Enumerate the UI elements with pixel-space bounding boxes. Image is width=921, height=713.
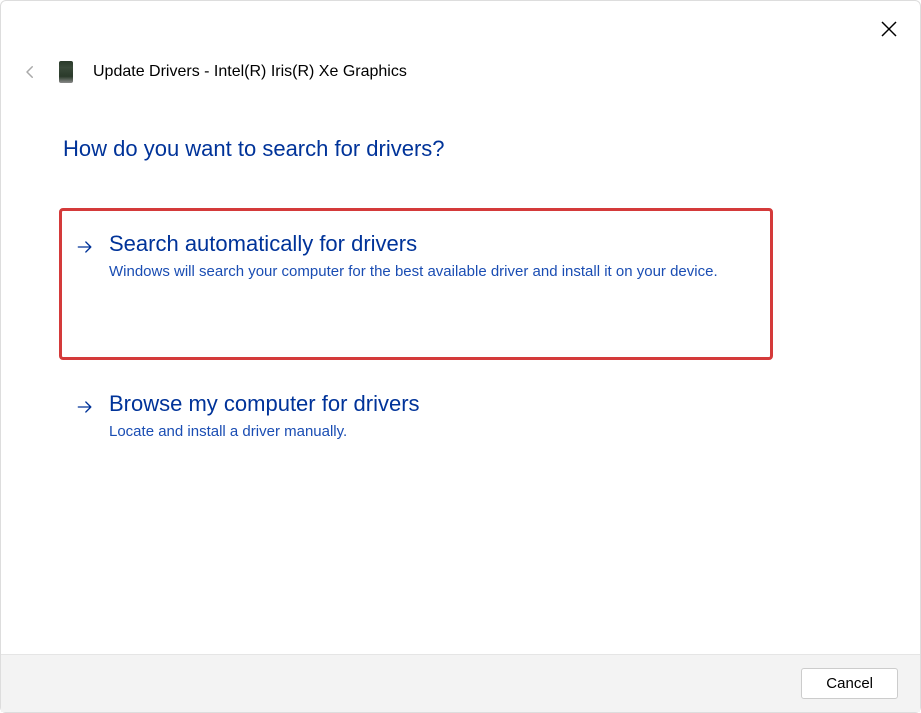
arrow-left-icon	[21, 63, 39, 81]
device-icon	[59, 61, 73, 83]
option-search-automatically[interactable]: Search automatically for drivers Windows…	[75, 231, 758, 284]
dialog-header: Update Drivers - Intel(R) Iris(R) Xe Gra…	[21, 61, 407, 83]
option-body: Browse my computer for drivers Locate an…	[109, 391, 420, 444]
arrow-right-icon	[75, 237, 95, 262]
option-body: Search automatically for drivers Windows…	[109, 231, 718, 284]
option-description: Locate and install a driver manually.	[109, 421, 420, 444]
close-icon	[881, 21, 897, 37]
option-title: Browse my computer for drivers	[109, 391, 420, 417]
back-button	[21, 63, 39, 81]
page-heading: How do you want to search for drivers?	[63, 136, 445, 162]
option-description: Windows will search your computer for th…	[109, 261, 718, 284]
option-browse-computer[interactable]: Browse my computer for drivers Locate an…	[75, 391, 460, 444]
close-button[interactable]	[876, 16, 902, 42]
cancel-button[interactable]: Cancel	[801, 668, 898, 699]
option-title: Search automatically for drivers	[109, 231, 718, 257]
arrow-right-icon	[75, 397, 95, 422]
dialog-footer: Cancel	[1, 654, 920, 712]
dialog-title: Update Drivers - Intel(R) Iris(R) Xe Gra…	[93, 63, 407, 81]
